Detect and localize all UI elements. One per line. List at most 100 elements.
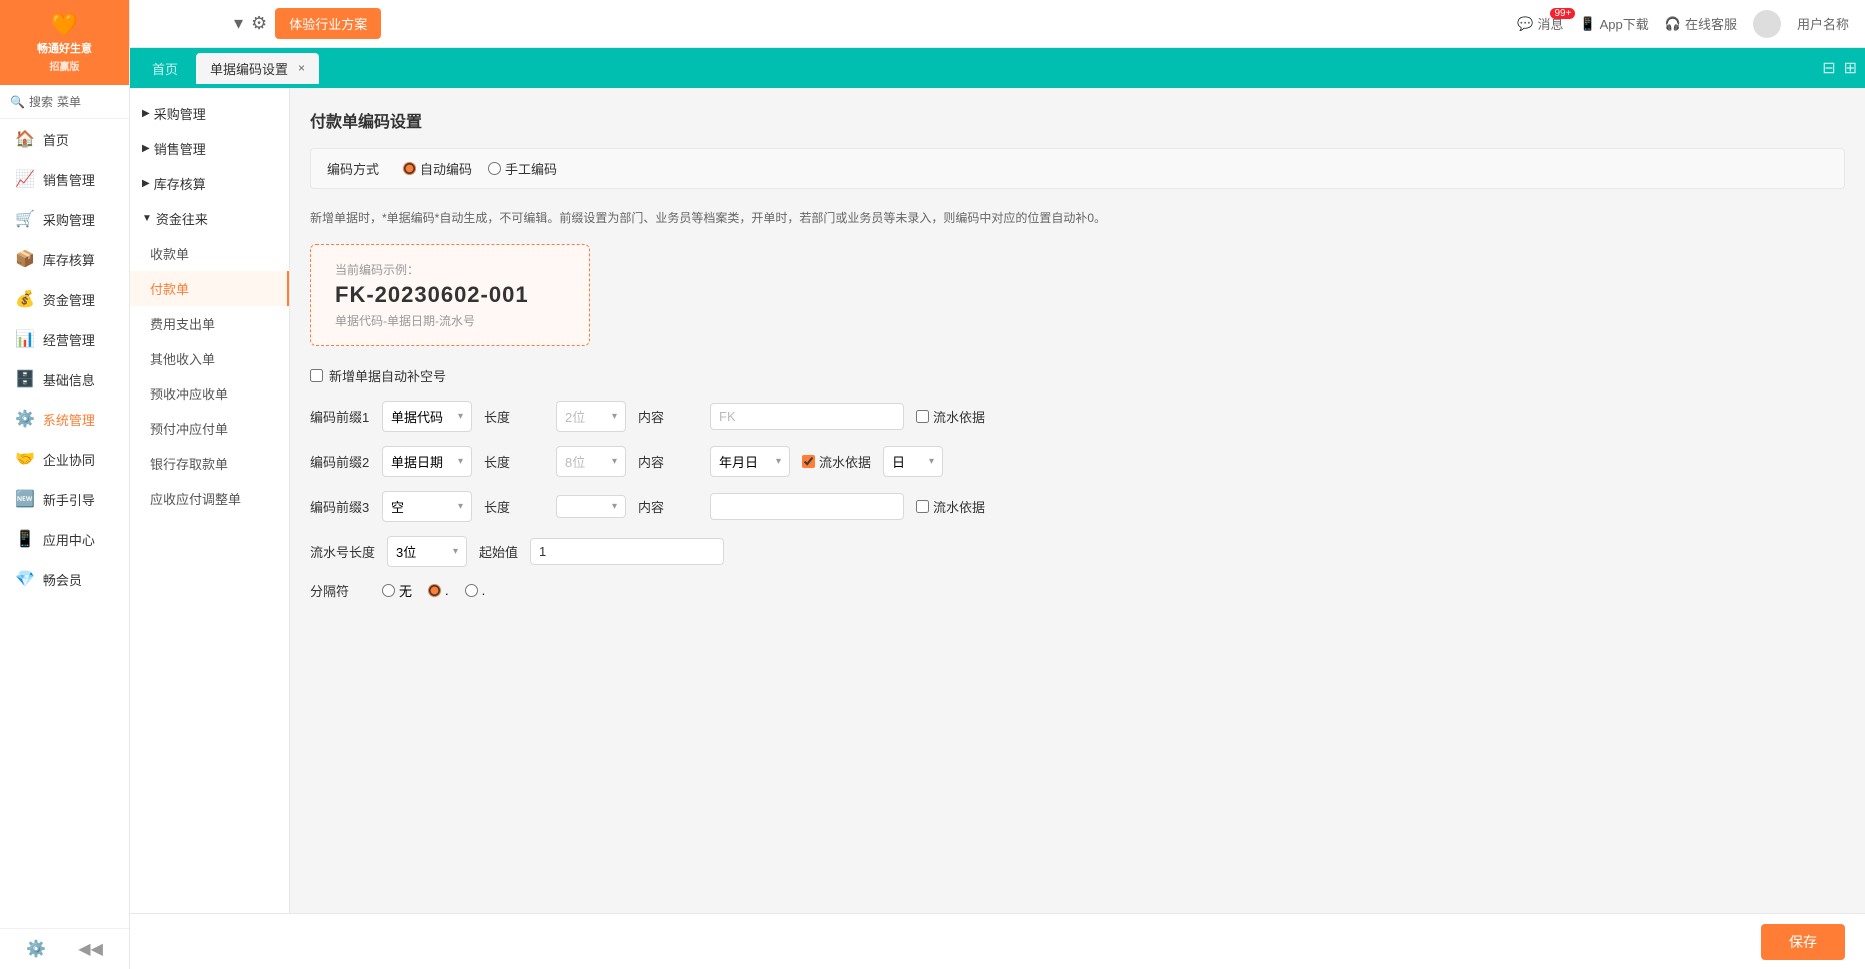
- sub-nav-item-adjustment[interactable]: 应收应付调整单: [130, 481, 289, 516]
- separator-dot2-option[interactable]: .: [465, 583, 486, 598]
- serial2-checkbox[interactable]: [802, 455, 815, 468]
- sidebar-item-apps[interactable]: 📱 应用中心: [0, 519, 129, 559]
- content2-value: 年月日: [719, 452, 758, 471]
- serial1-checkbox[interactable]: [916, 410, 929, 423]
- prefix1-select[interactable]: 单据代码 ▾: [382, 401, 472, 432]
- settings-icon[interactable]: ⚙️: [26, 939, 46, 959]
- sidebar-item-enterprise[interactable]: 🤝 企业协同: [0, 439, 129, 479]
- sidebar-item-home[interactable]: 🏠 首页: [0, 119, 129, 159]
- sub-nav-item-bank[interactable]: 银行存取款单: [130, 446, 289, 481]
- tab-minimize-icon[interactable]: ⊟: [1822, 58, 1835, 78]
- topbar-right: 💬 消息 99+ 📱 App下载 🎧 在线客服 用户名称: [1517, 10, 1849, 38]
- length2-value: 8位: [565, 452, 585, 471]
- app-download-item[interactable]: 📱 App下载: [1579, 14, 1648, 33]
- content1-input[interactable]: [710, 403, 904, 430]
- sidebar-item-system[interactable]: ⚙️ 系统管理: [0, 399, 129, 439]
- length2-select[interactable]: 8位 ▾: [556, 446, 626, 477]
- sub-nav-header-finance[interactable]: ▼ 资金往来: [130, 201, 289, 236]
- sub-nav-item-advance-payment[interactable]: 预付冲应付单: [130, 411, 289, 446]
- length1-select[interactable]: 2位 ▾: [556, 401, 626, 432]
- collapse-icon[interactable]: ◀◀: [78, 939, 103, 959]
- sidebar-item-sales-label: 销售管理: [43, 170, 95, 189]
- sidebar-item-system-label: 系统管理: [43, 410, 95, 429]
- sidebar-item-sales[interactable]: 📈 销售管理: [0, 159, 129, 199]
- separator-dot2-radio[interactable]: [465, 584, 478, 597]
- purchase-icon: 🛒: [15, 209, 35, 229]
- serial3-checkbox-group[interactable]: 流水依据: [916, 497, 985, 516]
- sub-nav-item-receipt[interactable]: 收款单: [130, 236, 289, 271]
- config-row-3: 编码前缀3 空 ▾ 长度 ▾ 内容 流水依据: [310, 491, 1845, 522]
- sidebar-item-operations[interactable]: 📊 经营管理: [0, 319, 129, 359]
- serial1-checkbox-group[interactable]: 流水依据: [916, 407, 985, 426]
- serial-length-select[interactable]: 3位 ▾: [387, 536, 467, 567]
- sidebar-item-member[interactable]: 💎 畅会员: [0, 559, 129, 599]
- sub-nav-header-inventory[interactable]: ▶ 库存核算: [130, 166, 289, 201]
- app-download-label: App下载: [1600, 14, 1649, 33]
- sub-nav-item-other-income[interactable]: 其他收入单: [130, 341, 289, 376]
- prefix3-value: 空: [391, 497, 404, 516]
- separator-none-radio[interactable]: [382, 584, 395, 597]
- manual-code-label[interactable]: 手工编码: [488, 159, 557, 178]
- separator-dot-option[interactable]: .: [428, 583, 449, 598]
- start-value-input[interactable]: [530, 538, 724, 565]
- save-button[interactable]: 保存: [1761, 924, 1845, 960]
- auto-code-label[interactable]: 自动编码: [403, 159, 472, 178]
- manual-code-radio[interactable]: [488, 162, 501, 175]
- user-avatar[interactable]: [1753, 10, 1781, 38]
- topbar: ▾ ⚙ 体验行业方案 💬 消息 99+ 📱 App下载 🎧 在线客服 用户名称: [130, 0, 1865, 48]
- sidebar-item-inventory[interactable]: 📦 库存核算: [0, 239, 129, 279]
- serial-length-value: 3位: [396, 542, 416, 561]
- sidebar-item-base[interactable]: 🗄️ 基础信息: [0, 359, 129, 399]
- serial2-checkbox-group[interactable]: 流水依据: [802, 452, 871, 471]
- dropdown-icon[interactable]: ▾: [234, 13, 243, 34]
- tab-encoding-label: 单据编码设置: [210, 59, 288, 78]
- prefix2-chevron: ▾: [458, 456, 463, 467]
- enterprise-icon: 🤝: [15, 449, 35, 469]
- sidebar-item-inventory-label: 库存核算: [43, 250, 95, 269]
- period2-select[interactable]: 日 ▾: [883, 446, 943, 477]
- config-row-1: 编码前缀1 单据代码 ▾ 长度 2位 ▾ 内容 流水依据: [310, 401, 1845, 432]
- logo-line1: 畅通好生意: [37, 40, 92, 56]
- sidebar-item-home-label: 首页: [43, 130, 69, 149]
- sub-nav-header-sales[interactable]: ▶ 销售管理: [130, 131, 289, 166]
- sub-nav-group-sales: ▶ 销售管理: [130, 131, 289, 166]
- serial3-checkbox[interactable]: [916, 500, 929, 513]
- prefix2-select[interactable]: 单据日期 ▾: [382, 446, 472, 477]
- sidebar-search[interactable]: 🔍 搜索 菜单: [0, 85, 129, 119]
- serial-row: 流水号长度 3位 ▾ 起始值: [310, 536, 1845, 567]
- sidebar-item-finance[interactable]: 💰 资金管理: [0, 279, 129, 319]
- encoding-method-label: 编码方式: [327, 159, 379, 178]
- start-value-label: 起始值: [479, 542, 518, 561]
- sub-nav-item-advance-receipt[interactable]: 预收冲应收单: [130, 376, 289, 411]
- sub-nav-item-expense[interactable]: 费用支出单: [130, 306, 289, 341]
- tab-maximize-icon[interactable]: ⊞: [1844, 58, 1857, 78]
- page-content: 付款单编码设置 编码方式 自动编码 手工编码 新增单据时，*单据编码*自动生成，…: [290, 88, 1865, 913]
- search-label: 搜索: [29, 93, 53, 110]
- sidebar-item-guide-label: 新手引导: [43, 490, 95, 509]
- content3-input[interactable]: [710, 493, 904, 520]
- industry-btn[interactable]: 体验行业方案: [275, 8, 381, 39]
- prefix1-label: 编码前缀1: [310, 407, 370, 426]
- topbar-brand-input[interactable]: [146, 16, 226, 31]
- sidebar-item-guide[interactable]: 🆕 新手引导: [0, 479, 129, 519]
- code-preview: 当前编码示例： FK-20230602-001 单据代码-单据日期-流水号: [310, 244, 590, 346]
- tab-encoding[interactable]: 单据编码设置 ×: [196, 53, 319, 84]
- online-service-item[interactable]: 🎧 在线客服: [1665, 14, 1737, 33]
- settings-icon[interactable]: ⚙: [251, 13, 267, 34]
- sub-nav-item-payment[interactable]: 付款单: [130, 271, 289, 306]
- auto-code-radio[interactable]: [403, 162, 416, 175]
- content2-select[interactable]: 年月日 ▾: [710, 446, 790, 477]
- tab-home[interactable]: 首页: [138, 53, 192, 84]
- tab-close-icon[interactable]: ×: [298, 61, 305, 75]
- length3-select[interactable]: ▾: [556, 495, 626, 518]
- sidebar-item-purchase[interactable]: 🛒 采购管理: [0, 199, 129, 239]
- separator-none-option[interactable]: 无: [382, 581, 412, 600]
- code-preview-label: 当前编码示例：: [335, 261, 565, 278]
- sub-nav-header-purchase[interactable]: ▶ 采购管理: [130, 96, 289, 131]
- prefix3-select[interactable]: 空 ▾: [382, 491, 472, 522]
- message-item[interactable]: 💬 消息 99+: [1517, 14, 1563, 33]
- separator-dot-radio[interactable]: [428, 584, 441, 597]
- phone-icon: 📱: [1579, 16, 1595, 32]
- auto-fill-checkbox[interactable]: [310, 369, 323, 382]
- length1-value: 2位: [565, 407, 585, 426]
